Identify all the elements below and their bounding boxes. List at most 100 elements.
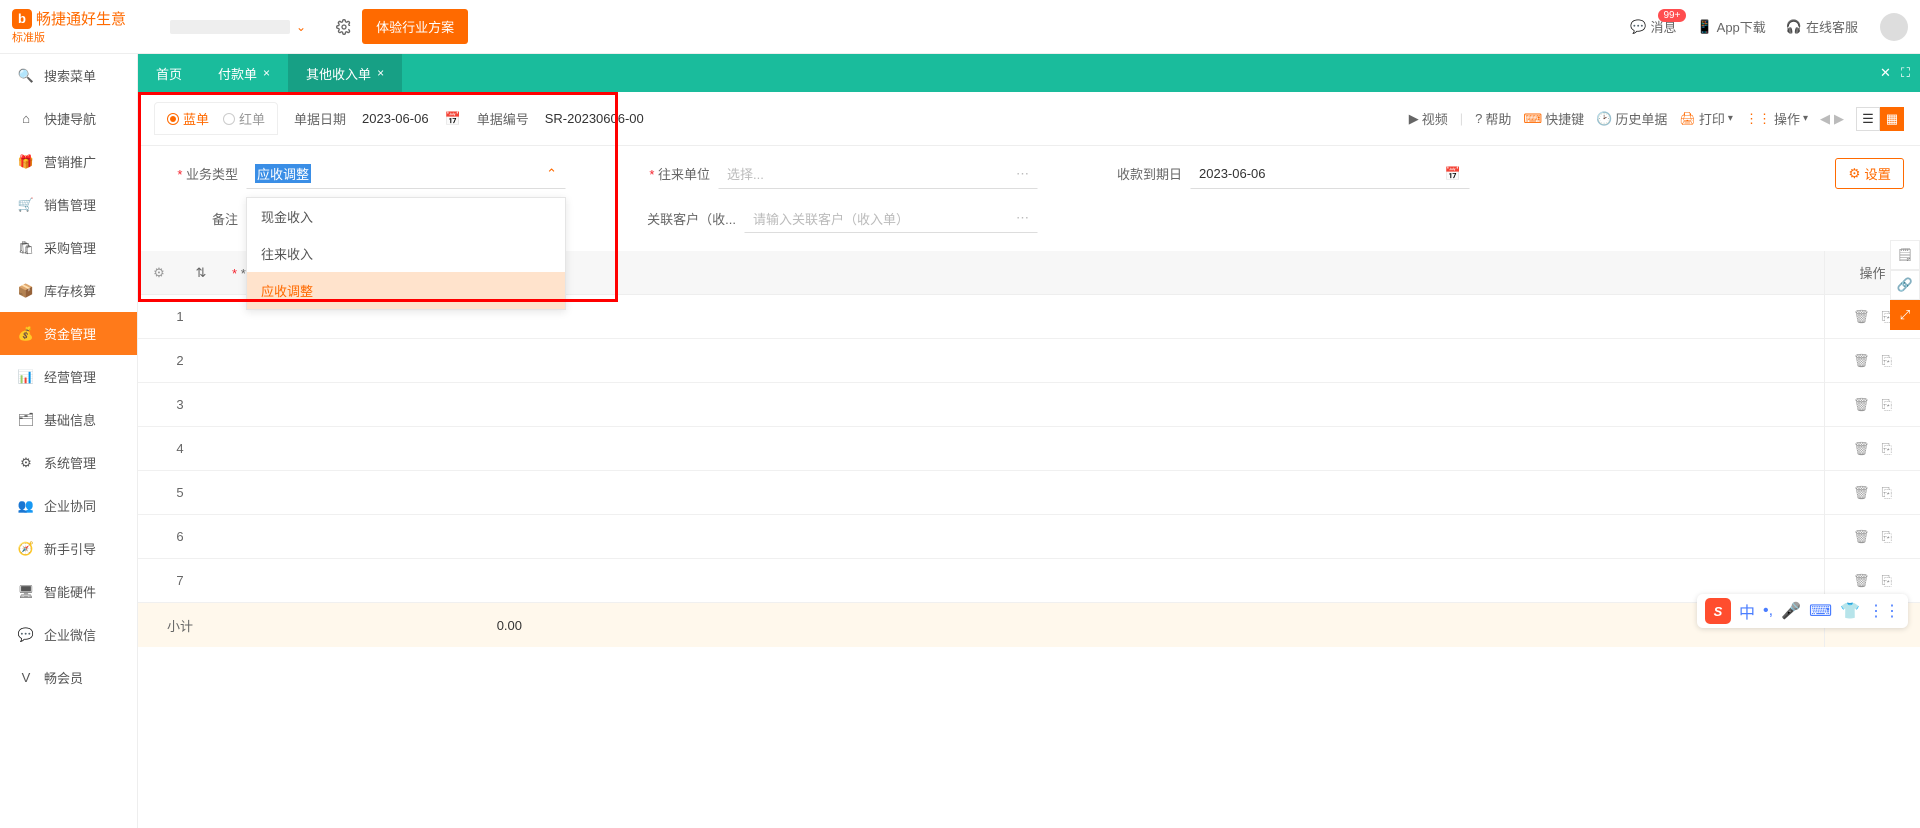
sidebar-item-finance[interactable]: 💰资金管理 — [0, 312, 137, 355]
sidebar-item-inventory[interactable]: 📦库存核算 — [0, 269, 137, 312]
copy-icon[interactable]: ⎘ — [1882, 441, 1892, 457]
row-number: 1 — [138, 309, 222, 324]
sidebar-item-operations[interactable]: 📊经营管理 — [0, 355, 137, 398]
table-row[interactable]: 2 — [138, 339, 1824, 383]
delete-icon[interactable]: 🗑 — [1853, 573, 1870, 589]
ime-skin-icon[interactable]: 👕 — [1840, 601, 1860, 621]
sort-icon[interactable]: ⇅ — [180, 265, 222, 281]
row-ops: 🗑⎘ — [1825, 515, 1920, 559]
biz-type-option[interactable]: 往来收入 — [247, 235, 565, 272]
sidebar-item-search[interactable]: 🔍搜索菜单 — [0, 54, 137, 97]
history-icon: 🕑 — [1596, 111, 1612, 127]
copy-icon[interactable]: ⎘ — [1882, 529, 1892, 545]
expand-tool-icon[interactable]: ⤢ — [1890, 300, 1920, 330]
delete-icon[interactable]: 🗑 — [1853, 441, 1870, 457]
ime-lang[interactable]: 中 — [1739, 599, 1755, 623]
close-icon[interactable]: × — [263, 66, 270, 80]
row-ops: 🗑⎘ — [1825, 339, 1920, 383]
copy-icon[interactable]: ⎘ — [1882, 485, 1892, 501]
history-link[interactable]: 🕑历史单据 — [1596, 109, 1667, 128]
doc-date-value[interactable]: 2023-06-06 — [362, 111, 429, 126]
sidebar-item-collab[interactable]: 👥企业协同 — [0, 484, 137, 527]
ime-menu-icon[interactable]: ⋮⋮ — [1868, 601, 1900, 621]
team-icon: 👥 — [18, 498, 34, 514]
copy-icon[interactable]: ⎘ — [1882, 397, 1892, 413]
trial-button[interactable]: 体验行业方案 — [362, 9, 468, 44]
gear-icon[interactable] — [336, 19, 352, 35]
note-tool-icon[interactable]: 🗒 — [1890, 240, 1920, 270]
table-row[interactable]: 5 — [138, 471, 1824, 515]
print-link[interactable]: 🖨打印▾ — [1679, 109, 1733, 128]
view-list-button[interactable]: ☰ — [1856, 107, 1880, 131]
table-row[interactable]: 7 — [138, 559, 1824, 603]
copy-icon[interactable]: ⎘ — [1882, 573, 1892, 589]
sidebar-item-hardware[interactable]: 🖥智能硬件 — [0, 570, 137, 613]
table-row[interactable]: 4 — [138, 427, 1824, 471]
chart-icon: 📊 — [18, 369, 34, 385]
due-date-input[interactable]: 2023-06-06 📅 — [1190, 159, 1470, 189]
link-tool-icon[interactable]: 🔗 — [1890, 270, 1920, 300]
settings-button[interactable]: ⚙设置 — [1835, 158, 1904, 189]
table-row[interactable]: 6 — [138, 515, 1824, 559]
rel-customer-input[interactable]: 请输入关联客户（收入单） ⋯ — [744, 203, 1038, 233]
radio-blue[interactable]: 蓝单 — [167, 109, 209, 128]
video-link[interactable]: ▶视频 — [1409, 109, 1448, 128]
sidebar-item-wechat[interactable]: 💬企业微信 — [0, 613, 137, 656]
ime-bar: S 中 •, 🎤 ⌨ 👕 ⋮⋮ — [1697, 594, 1908, 628]
delete-icon[interactable]: 🗑 — [1853, 529, 1870, 545]
app-download-link[interactable]: 📱 App下载 — [1696, 17, 1765, 36]
ime-keyboard-icon[interactable]: ⌨ — [1809, 601, 1832, 621]
ime-punct-icon[interactable]: •, — [1763, 602, 1773, 620]
biz-type-option[interactable]: 现金收入 — [247, 198, 565, 235]
avatar[interactable] — [1880, 13, 1908, 41]
copy-icon[interactable]: ⎘ — [1882, 353, 1892, 369]
ime-mic-icon[interactable]: 🎤 — [1781, 601, 1801, 621]
ime-logo-icon[interactable]: S — [1705, 598, 1731, 624]
operate-link[interactable]: ⋮⋮操作▾ — [1745, 109, 1808, 128]
radio-icon — [167, 113, 179, 125]
radio-red[interactable]: 红单 — [223, 109, 265, 128]
tab-expand-icon[interactable]: ⛶ — [1901, 65, 1910, 81]
sidebar-item-guide[interactable]: 🧭新手引导 — [0, 527, 137, 570]
tab-other-income[interactable]: 其他收入单× — [288, 54, 402, 92]
tab-home[interactable]: 首页 — [138, 54, 200, 92]
doc-date-label: 单据日期 — [294, 109, 346, 128]
biz-type-option[interactable]: 应收调整 — [247, 272, 565, 309]
sidebar-item-marketing[interactable]: 🎁营销推广 — [0, 140, 137, 183]
money-icon: 💰 — [18, 326, 34, 342]
row-ops: 🗑⎘ — [1825, 471, 1920, 515]
delete-icon[interactable]: 🗑 — [1853, 485, 1870, 501]
tab-close-all-icon[interactable]: ✕ — [1880, 65, 1891, 81]
row-ops: 🗑⎘ — [1825, 427, 1920, 471]
biz-type-select[interactable]: 应收调整 ⌃ — [246, 159, 566, 189]
support-link[interactable]: 🎧 在线客服 — [1786, 17, 1858, 36]
delete-icon[interactable]: 🗑 — [1853, 353, 1870, 369]
tab-payment[interactable]: 付款单× — [200, 54, 288, 92]
due-date-value: 2023-06-06 — [1199, 166, 1266, 181]
partner-select[interactable]: 选择... ⋯ — [718, 159, 1038, 189]
sidebar-item-basedata[interactable]: 🗂基础信息 — [0, 398, 137, 441]
brand-icon: b — [12, 9, 32, 29]
view-card-button[interactable]: ▦ — [1880, 107, 1904, 131]
messages-link[interactable]: 💬 消息 99+ — [1630, 17, 1676, 36]
sidebar-item-system[interactable]: ⚙系统管理 — [0, 441, 137, 484]
keyboard-icon: ⌨ — [1523, 111, 1542, 127]
delete-icon[interactable]: 🗑 — [1853, 397, 1870, 413]
calendar-icon[interactable]: 📅 — [445, 111, 461, 127]
shortcut-link[interactable]: ⌨快捷键 — [1523, 109, 1584, 128]
table-row[interactable]: 3 — [138, 383, 1824, 427]
help-link[interactable]: ?帮助 — [1475, 109, 1511, 128]
prev-icon[interactable]: ◀ — [1820, 111, 1830, 127]
company-selector[interactable]: ⌄ — [150, 20, 326, 34]
close-icon[interactable]: × — [377, 66, 384, 80]
sidebar-item-member[interactable]: V畅会员 — [0, 656, 137, 699]
due-date-label: 收款到期日 — [1098, 164, 1182, 183]
sidebar-item-purchase[interactable]: 🛍采购管理 — [0, 226, 137, 269]
main: 首页 付款单× 其他收入单× ✕ ⛶ 蓝单 红单 单据日期 2023-06-06… — [138, 54, 1920, 828]
sidebar-item-quicknav[interactable]: ⌂快捷导航 — [0, 97, 137, 140]
next-icon[interactable]: ▶ — [1834, 111, 1844, 127]
delete-icon[interactable]: 🗑 — [1853, 309, 1870, 325]
gear-icon: ⚙ — [1848, 166, 1860, 182]
table-config-icon[interactable]: ⚙ — [138, 265, 180, 281]
sidebar-item-sales[interactable]: 🛒销售管理 — [0, 183, 137, 226]
